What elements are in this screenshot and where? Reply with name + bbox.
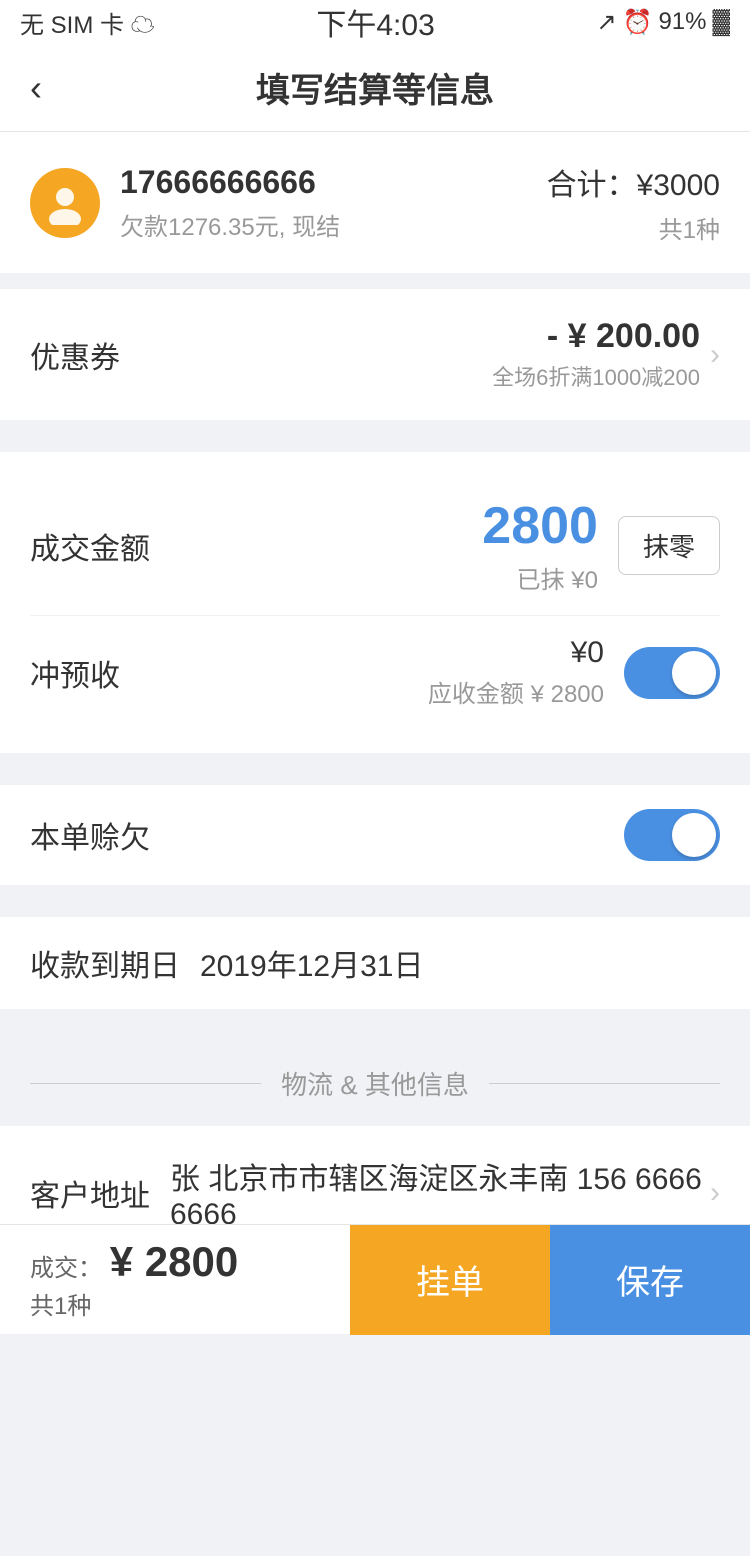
battery-label: 91% — [658, 8, 706, 36]
nav-bar: ‹ 填写结算等信息 — [0, 44, 750, 132]
status-right: ↗ ⏰ 91% ▓ — [596, 8, 730, 37]
total-amount: 合计：¥3000 — [547, 160, 720, 204]
amount-value: 2800 — [482, 496, 598, 556]
location-icon: ↗ — [596, 8, 616, 37]
total-count: 共1种 — [547, 210, 720, 245]
avatar — [30, 168, 100, 238]
amount-card: 成交金额 2800 已抹 ¥0 抹零 冲预收 ¥0 应收金额 ¥ 2800 — [0, 452, 750, 753]
debit-toggle-knob — [672, 813, 716, 857]
user-total: 合计：¥3000 共1种 — [547, 160, 720, 245]
prepay-right: ¥0 应收金额 ¥ 2800 — [428, 636, 720, 709]
amount-row: 成交金额 2800 已抹 ¥0 抹零 — [30, 476, 720, 615]
address-chevron-icon: › — [710, 1176, 720, 1210]
amount-value-wrap: 2800 已抹 ¥0 — [482, 496, 598, 595]
coupon-right: - ¥ 200.00 全场6折满1000减200 › — [492, 317, 720, 392]
due-date-card: 收款到期日 2019年12月31日 — [0, 917, 750, 1009]
debit-card: 本单赊欠 — [0, 785, 750, 885]
page-title: 填写结算等信息 — [256, 63, 494, 112]
footer-summary-row: 成交： ¥ 2800 — [30, 1238, 320, 1286]
coupon-desc: 全场6折满1000减200 — [492, 360, 700, 392]
footer-summary-label: 成交： — [30, 1255, 102, 1282]
amount-right: 2800 已抹 ¥0 抹零 — [482, 496, 720, 595]
content-area: 17666666666 欠款1276.35元, 现结 合计：¥3000 共1种 … — [0, 132, 750, 1556]
address-label: 客户地址 — [30, 1171, 150, 1215]
logistics-line-right — [489, 1083, 720, 1084]
user-row: 17666666666 欠款1276.35元, 现结 合计：¥3000 共1种 — [0, 132, 750, 273]
section-divider-1 — [0, 436, 750, 452]
user-phone: 17666666666 — [120, 164, 547, 201]
amount-label: 成交金额 — [30, 524, 150, 568]
section-divider-2 — [0, 769, 750, 785]
user-info-card: 17666666666 欠款1276.35元, 现结 合计：¥3000 共1种 — [0, 132, 750, 273]
alarm-icon: ⏰ — [623, 8, 653, 37]
round-button[interactable]: 抹零 — [618, 516, 720, 575]
status-bar: 无 SIM 卡 ☁ 下午4:03 ↗ ⏰ 91% ▓ — [0, 0, 750, 44]
footer-left: 成交： ¥ 2800 共1种 — [0, 1238, 350, 1321]
coupon-discount: - ¥ 200.00 — [492, 317, 700, 356]
section-divider-3 — [0, 901, 750, 917]
prepay-toggle[interactable] — [624, 647, 720, 699]
prepay-row: 冲预收 ¥0 应收金额 ¥ 2800 — [30, 616, 720, 729]
due-section: 收款到期日 2019年12月31日 — [0, 917, 750, 1009]
footer: 成交： ¥ 2800 共1种 挂单 保存 — [0, 1224, 750, 1334]
back-button[interactable]: ‹ — [30, 67, 42, 109]
coupon-row[interactable]: 优惠券 - ¥ 200.00 全场6折满1000减200 › — [0, 289, 750, 420]
amount-section: 成交金额 2800 已抹 ¥0 抹零 冲预收 ¥0 应收金额 ¥ 2800 — [0, 452, 750, 753]
status-left: 无 SIM 卡 ☁ — [20, 5, 155, 40]
status-time: 下午4:03 — [316, 0, 434, 44]
logistics-label: 物流 & 其他信息 — [281, 1065, 469, 1102]
prepay-receivable: 应收金额 ¥ 2800 — [428, 674, 604, 709]
due-label: 收款到期日 — [30, 941, 180, 985]
coupon-right-wrap: - ¥ 200.00 全场6折满1000减200 — [492, 317, 700, 392]
coupon-card: 优惠券 - ¥ 200.00 全场6折满1000减200 › — [0, 289, 750, 420]
amount-sub: 已抹 ¥0 — [482, 560, 598, 595]
toggle-knob — [672, 651, 716, 695]
debit-label: 本单赊欠 — [30, 813, 150, 857]
sim-label: 无 SIM 卡 ☁ — [20, 5, 155, 40]
logistics-line-left — [30, 1083, 261, 1084]
user-info: 17666666666 欠款1276.35元, 现结 — [120, 164, 547, 242]
footer-count: 共1种 — [30, 1286, 320, 1321]
section-divider-4 — [0, 1025, 750, 1041]
coupon-label: 优惠券 — [30, 333, 120, 377]
user-debt: 欠款1276.35元, 现结 — [120, 207, 547, 242]
prepay-amount: ¥0 应收金额 ¥ 2800 — [428, 636, 604, 709]
footer-amount: ¥ 2800 — [110, 1238, 238, 1285]
address-value: 张 北京市市辖区海淀区永丰南 156 6666 6666 — [170, 1154, 710, 1232]
due-date-value: 2019年12月31日 — [200, 941, 423, 985]
battery-icon: ▓ — [712, 8, 730, 36]
debit-section: 本单赊欠 — [0, 785, 750, 885]
logistics-divider: 物流 & 其他信息 — [0, 1041, 750, 1126]
save-button[interactable]: 保存 — [550, 1225, 750, 1335]
debit-toggle[interactable] — [624, 809, 720, 861]
prepay-value: ¥0 — [428, 636, 604, 670]
chevron-right-icon: › — [710, 338, 720, 372]
prepay-label: 冲预收 — [30, 651, 120, 695]
hang-button[interactable]: 挂单 — [350, 1225, 550, 1335]
